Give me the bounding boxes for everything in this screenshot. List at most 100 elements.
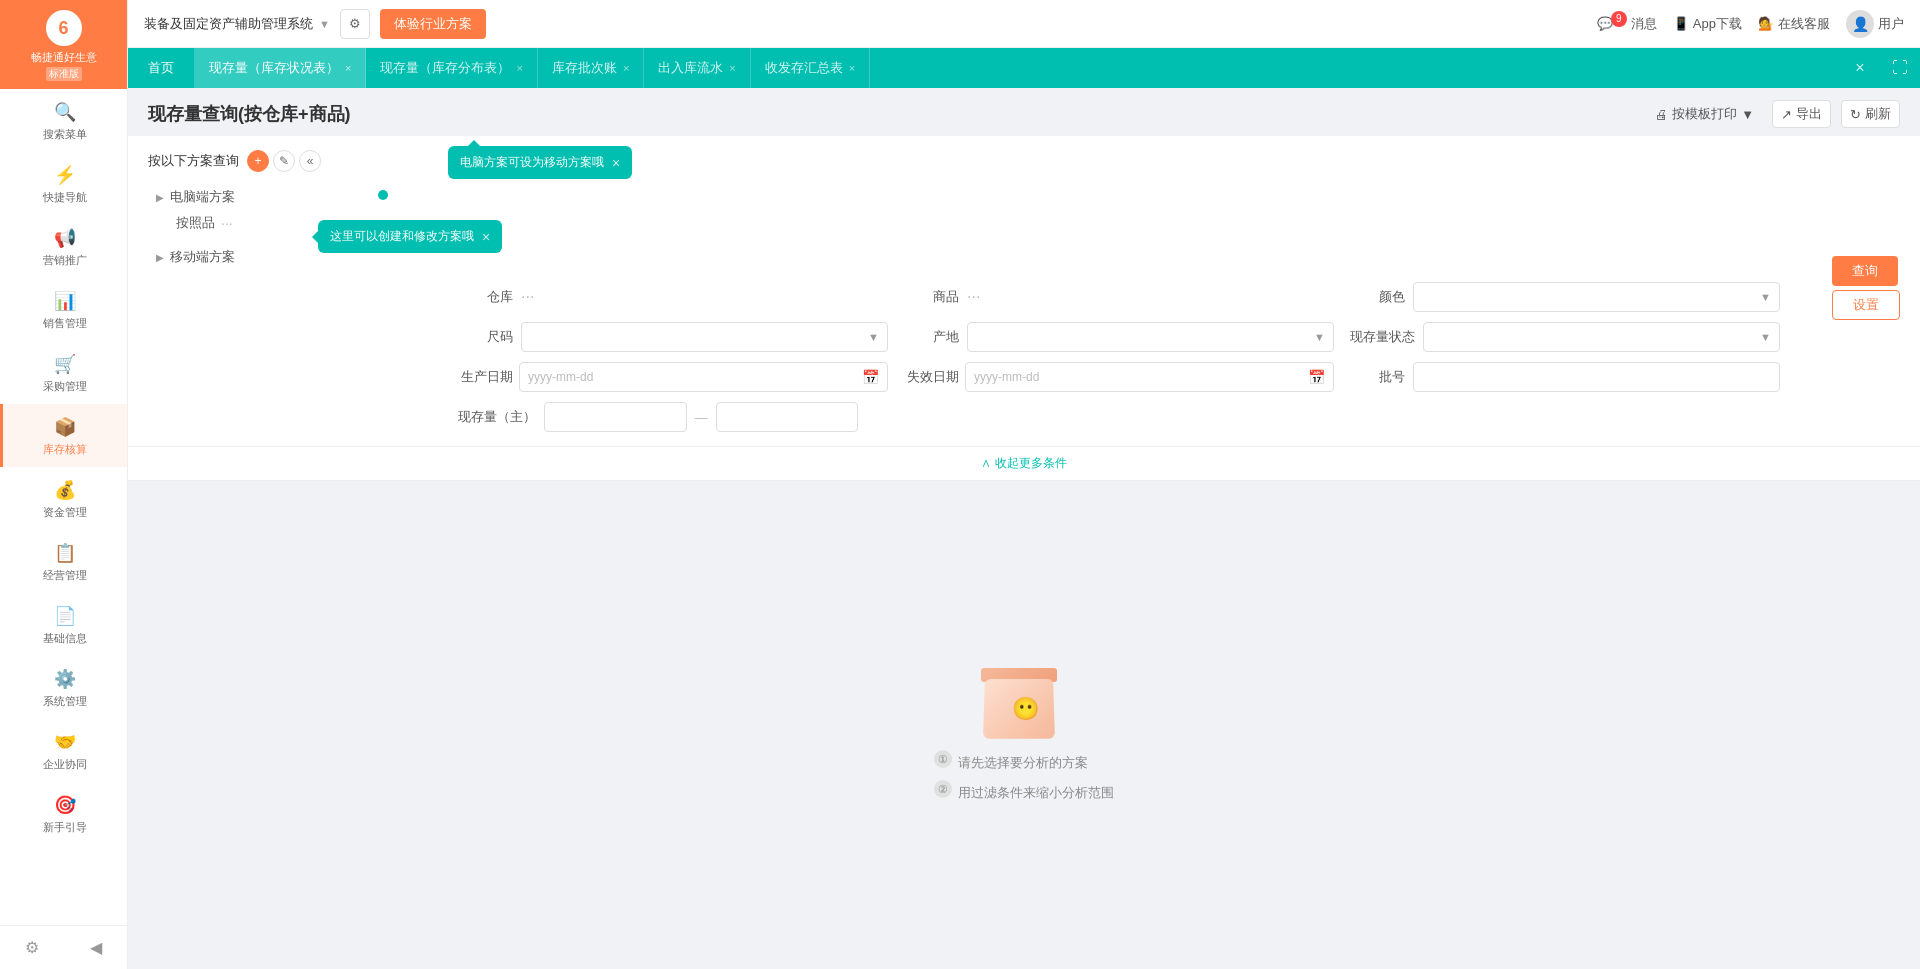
color-select[interactable]: ▼ [1413, 282, 1780, 312]
system-icon: ⚙️ [54, 668, 76, 690]
filter-section: 按以下方案查询 + ✎ « 电脑方案可设为移动方案哦 × 这里可以创建和修改方案… [128, 136, 1920, 481]
filter-row-1: 仓库 ··· 商品 ··· 颜色 ▼ [458, 282, 1780, 312]
tab-close-inventory-dist[interactable]: × [516, 62, 522, 74]
industry-button[interactable]: 体验行业方案 [380, 9, 486, 39]
sidebar-logo: 6 畅捷通好生意 标准版 [0, 0, 127, 89]
origin-field: 产地 ▼ [904, 322, 1334, 352]
warehouse-label: 仓库 [458, 288, 513, 306]
tab-close-summary[interactable]: × [849, 62, 855, 74]
sidebar-item-purchase[interactable]: 🛒 采购管理 [0, 341, 127, 404]
origin-select[interactable]: ▼ [967, 322, 1334, 352]
goods-dots[interactable]: ··· [967, 288, 980, 306]
pc-scheme-arrow: ▶ [156, 192, 164, 203]
tab-close-batch-account[interactable]: × [623, 62, 629, 74]
tab-summary[interactable]: 收发存汇总表 × [751, 48, 870, 88]
filter-row-2: 尺码 ▼ 产地 ▼ 现存量状态 [458, 322, 1780, 352]
lot-input[interactable] [1413, 362, 1780, 392]
phone-icon: 📱 [1673, 16, 1689, 31]
empty-icon: 😶 [974, 648, 1074, 738]
home-tab[interactable]: 首页 [128, 48, 195, 88]
sidebar-label-quicknav: 快捷导航 [43, 190, 87, 205]
size-label: 尺码 [458, 328, 513, 346]
search-icon: 🔍 [54, 101, 76, 123]
sidebar-item-marketing[interactable]: 📢 营销推广 [0, 215, 127, 278]
sidebar-item-system[interactable]: ⚙️ 系统管理 [0, 656, 127, 719]
sidebar-item-search[interactable]: 🔍 搜索菜单 [0, 89, 127, 152]
produce-date-field: 生产日期 yyyy-mm-dd 📅 [458, 362, 888, 392]
color-field: 颜色 ▼ [1350, 282, 1780, 312]
produce-date-label: 生产日期 [458, 368, 513, 386]
tab-inventory-dist[interactable]: 现存量（库存分布表） × [366, 48, 537, 88]
avatar: 👤 [1846, 10, 1874, 38]
export-label: 导出 [1796, 105, 1822, 123]
filter-row-3: 生产日期 yyyy-mm-dd 📅 失效日期 yyyy-mm-dd 📅 [458, 362, 1780, 392]
close-all-tabs-button[interactable]: × [1840, 48, 1880, 88]
collapse-sidebar-icon[interactable]: ◀ [82, 934, 110, 961]
qty-max-input[interactable] [716, 402, 859, 432]
pc-scheme-more-icon[interactable]: ··· [221, 215, 233, 231]
gear-button[interactable]: ⚙ [340, 9, 370, 39]
sidebar-item-basicinfo[interactable]: 📄 基础信息 [0, 593, 127, 656]
online-service-action[interactable]: 💁 在线客服 [1758, 15, 1830, 33]
stock-status-select[interactable]: ▼ [1423, 322, 1780, 352]
sidebar-item-collab[interactable]: 🤝 企业协同 [0, 719, 127, 782]
warehouse-dots[interactable]: ··· [521, 288, 534, 306]
brand-edition: 标准版 [46, 67, 82, 81]
origin-dropdown-icon: ▼ [1314, 331, 1325, 343]
tab-inout-flow-label: 出入库流水 [658, 59, 723, 77]
print-button[interactable]: 🖨 按模板打印 ▼ [1647, 101, 1762, 127]
sidebar-item-quicknav[interactable]: ⚡ 快捷导航 [0, 152, 127, 215]
pc-scheme-label[interactable]: 电脑端方案 [170, 188, 235, 206]
maximize-button[interactable]: ⛶ [1880, 48, 1920, 88]
produce-date-placeholder: yyyy-mm-dd [528, 370, 593, 384]
refresh-button[interactable]: ↻ 刷新 [1841, 100, 1900, 128]
tooltip-scheme-mobile-close[interactable]: × [612, 155, 620, 171]
size-select[interactable]: ▼ [521, 322, 888, 352]
sidebar-label-finance: 资金管理 [43, 505, 87, 520]
user-action[interactable]: 👤 用户 [1846, 10, 1904, 38]
back-scheme-button[interactable]: « [299, 150, 321, 172]
settings-bottom-icon[interactable]: ⚙ [17, 934, 47, 961]
tab-bar: 首页 现存量（库存状况表） × 现存量（库存分布表） × 库存批次账 × 出入库… [128, 48, 1920, 88]
tooltip-create-scheme: 这里可以创建和修改方案哦 × [318, 220, 502, 253]
tab-inout-flow[interactable]: 出入库流水 × [644, 48, 750, 88]
produce-date-input[interactable]: yyyy-mm-dd 📅 [519, 362, 888, 392]
sidebar-label-inventory: 库存核算 [43, 442, 87, 457]
collab-icon: 🤝 [54, 731, 76, 753]
collapse-chevron: ∧ [981, 456, 991, 470]
tab-close-inout-flow[interactable]: × [729, 62, 735, 74]
guide-icon: 🎯 [54, 794, 76, 816]
sidebar-item-operations[interactable]: 📋 经营管理 [0, 530, 127, 593]
edit-scheme-button[interactable]: ✎ [273, 150, 295, 172]
origin-label: 产地 [904, 328, 959, 346]
top-right-actions: 💬 9 消息 📱 App下载 💁 在线客服 👤 用户 [1597, 10, 1904, 38]
export-button[interactable]: ↗ 导出 [1772, 100, 1831, 128]
print-dropdown-icon: ▼ [1741, 107, 1754, 122]
message-action[interactable]: 💬 9 消息 [1597, 15, 1657, 33]
sidebar-item-sales[interactable]: 📊 销售管理 [0, 278, 127, 341]
export-icon: ↗ [1781, 107, 1792, 122]
sidebar-label-purchase: 采购管理 [43, 379, 87, 394]
app-download-label: App下载 [1693, 15, 1742, 33]
empty-text: ① 请先选择要分析的方案 ② 用过滤条件来缩小分析范围 [934, 750, 1114, 806]
tab-close-inventory-status[interactable]: × [345, 62, 351, 74]
sidebar-item-finance[interactable]: 💰 资金管理 [0, 467, 127, 530]
add-scheme-button[interactable]: + [247, 150, 269, 172]
produce-date-cal-icon: 📅 [862, 369, 879, 385]
app-download-action[interactable]: 📱 App下载 [1673, 15, 1742, 33]
tab-inventory-status-label: 现存量（库存状况表） [209, 59, 339, 77]
collapse-bar[interactable]: ∧ 收起更多条件 [128, 446, 1920, 480]
sidebar-item-inventory[interactable]: 📦 库存核算 [0, 404, 127, 467]
tab-batch-account[interactable]: 库存批次账 × [538, 48, 644, 88]
sidebar-item-guide[interactable]: 🎯 新手引导 [0, 782, 127, 845]
expire-date-input[interactable]: yyyy-mm-dd 📅 [965, 362, 1334, 392]
qty-min-input[interactable] [544, 402, 687, 432]
page-header: 现存量查询(按仓库+商品) 🖨 按模板打印 ▼ ↗ 导出 ↻ 刷新 [128, 88, 1920, 136]
online-service-label: 在线客服 [1778, 15, 1830, 33]
tooltip-create-scheme-close[interactable]: × [482, 229, 490, 245]
reset-button[interactable]: 设置 [1832, 290, 1900, 320]
scheme-pc-group: ▶ 电脑端方案 [156, 184, 1900, 210]
tab-inventory-status[interactable]: 现存量（库存状况表） × [195, 48, 366, 88]
search-button[interactable]: 查询 [1832, 256, 1898, 286]
system-title-dropdown[interactable]: ▼ [319, 18, 330, 30]
